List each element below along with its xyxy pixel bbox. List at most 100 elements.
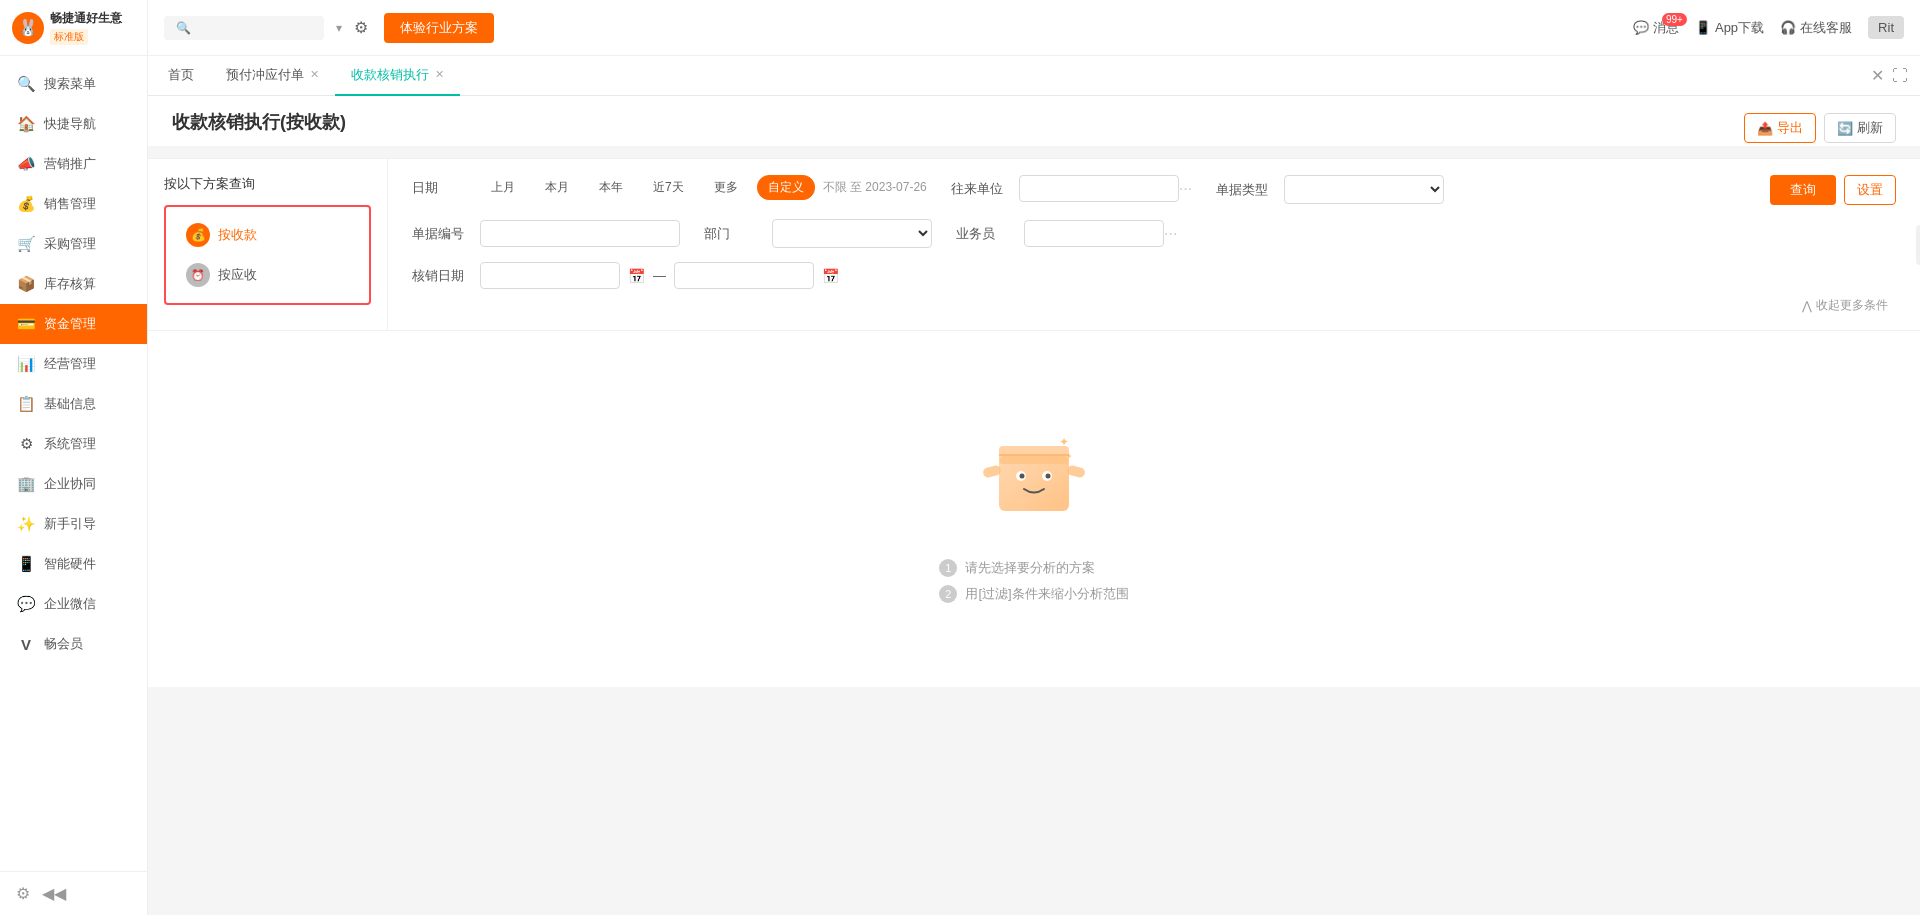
sidebar-item-purchase[interactable]: 🛒 采购管理 — [0, 224, 147, 264]
collapse-sidebar-icon[interactable]: ◀◀ — [42, 884, 66, 903]
empty-tip-2: 2 用[过滤]条件来缩小分析范围 — [939, 581, 1128, 607]
inventory-icon: 📦 — [16, 274, 36, 294]
tab-writeoff[interactable]: 收款核销执行 ✕ — [335, 56, 460, 96]
message-icon: 💬 — [1633, 20, 1649, 35]
tab-writeoff-close-icon[interactable]: ✕ — [435, 68, 444, 81]
service-icon: 🎧 — [1780, 20, 1796, 35]
receivable-option-icon: ⏰ — [186, 263, 210, 287]
date-btn-this-month[interactable]: 本月 — [534, 175, 580, 200]
svg-rect-8 — [1066, 464, 1086, 478]
marketing-icon: 📣 — [16, 154, 36, 174]
collapse-more-row: ⋀ 收起更多条件 — [412, 297, 1896, 314]
close-window-button[interactable]: ✕ — [1871, 66, 1884, 85]
dept-label: 部门 — [704, 225, 764, 243]
receipt-option-icon: 💰 — [186, 223, 210, 247]
sidebar-item-system[interactable]: ⚙ 系统管理 — [0, 424, 147, 464]
partner-input[interactable] — [1019, 175, 1179, 202]
writeoff-date-end-icon[interactable]: 📅 — [822, 268, 839, 284]
message-badge: 99+ — [1662, 13, 1687, 26]
filter-option-by-receivable[interactable]: ⏰ 按应收 — [174, 255, 361, 295]
setting-button[interactable]: 设置 — [1844, 175, 1896, 205]
refresh-icon: 🔄 — [1837, 121, 1853, 136]
filter-row-2: 单据编号 部门 业务员 ··· — [412, 219, 1896, 248]
writeoff-date-start-input[interactable]: 2023-03-01 — [480, 262, 620, 289]
date-btn-custom[interactable]: 自定义 — [757, 175, 815, 200]
voucher-no-label: 单据编号 — [412, 225, 472, 243]
dept-select[interactable] — [772, 219, 932, 248]
sidebar-item-inventory[interactable]: 📦 库存核算 — [0, 264, 147, 304]
hardware-icon: 📱 — [16, 554, 36, 574]
sidebar-item-finance[interactable]: 💳 资金管理 — [0, 304, 147, 344]
filter-option-by-receipt[interactable]: 💰 按收款 — [174, 215, 361, 255]
filter-options-box: 💰 按收款 ⏰ 按应收 — [164, 205, 371, 305]
empty-tip-1: 1 请先选择要分析的方案 — [939, 555, 1128, 581]
collab-icon: 🏢 — [16, 474, 36, 494]
topbar-right: 💬 消息 99+ 📱 App下载 🎧 在线客服 Rit — [1633, 19, 1904, 37]
tip-num-1: 1 — [939, 559, 957, 577]
sidebar-item-label: 经营管理 — [44, 355, 96, 373]
receipt-option-label: 按收款 — [218, 226, 257, 244]
online-service-button[interactable]: 🎧 在线客服 — [1780, 19, 1852, 37]
sidebar-item-wechat[interactable]: 💬 企业微信 — [0, 584, 147, 624]
svg-point-5 — [1020, 474, 1025, 479]
sidebar-item-guide[interactable]: ✨ 新手引导 — [0, 504, 147, 544]
sidebar-item-label: 采购管理 — [44, 235, 96, 253]
sidebar-item-basic-info[interactable]: 📋 基础信息 — [0, 384, 147, 424]
logo-icon: 🐰 — [12, 12, 44, 44]
sidebar-item-label: 企业协同 — [44, 475, 96, 493]
user-avatar[interactable]: Rit — [1868, 20, 1904, 35]
dept-filter-group: 部门 — [704, 219, 932, 248]
filter-row-1: 日期 上月 本月 本年 近7天 更多 自定义 不限 至 2023-07-26 — [412, 175, 1896, 205]
tab-home[interactable]: 首页 — [152, 56, 210, 96]
app-download-button[interactable]: 📱 App下载 — [1695, 19, 1764, 37]
topbar-search-box[interactable]: 🔍 — [164, 16, 324, 40]
sidebar-item-search[interactable]: 🔍 搜索菜单 — [0, 64, 147, 104]
writeoff-date-start-icon[interactable]: 📅 — [628, 268, 645, 284]
topbar-gear-icon[interactable]: ⚙ — [354, 18, 368, 37]
sidebar-item-sales[interactable]: 💰 销售管理 — [0, 184, 147, 224]
writeoff-date-label: 核销日期 — [412, 267, 472, 285]
sidebar-item-shortcut[interactable]: 🏠 快捷导航 — [0, 104, 147, 144]
svg-text:✦: ✦ — [1059, 435, 1069, 449]
voucher-no-input[interactable] — [480, 220, 680, 247]
writeoff-date-end-input[interactable]: 2023-07-21 — [674, 262, 814, 289]
date-btn-this-year[interactable]: 本年 — [588, 175, 634, 200]
employee-input[interactable] — [1024, 220, 1164, 247]
doctype-select[interactable] — [1284, 175, 1444, 204]
date-btn-last-month[interactable]: 上月 — [480, 175, 526, 200]
refresh-button[interactable]: 🔄 刷新 — [1824, 113, 1896, 143]
date-quick-btns: 上月 本月 本年 近7天 更多 自定义 — [480, 175, 815, 200]
sidebar-item-member[interactable]: V 畅会员 — [0, 624, 147, 664]
expand-window-button[interactable]: ⛶ — [1892, 67, 1908, 85]
sidebar-item-label: 快捷导航 — [44, 115, 96, 133]
employee-label: 业务员 — [956, 225, 1016, 243]
message-button[interactable]: 💬 消息 99+ — [1633, 19, 1679, 37]
tip-text-2: 用[过滤]条件来缩小分析范围 — [965, 581, 1128, 607]
guide-icon: ✨ — [16, 514, 36, 534]
tab-prepay-label: 预付冲应付单 — [226, 66, 304, 84]
writeoff-date-range: 2023-03-01 📅 — 2023-07-21 📅 — [480, 262, 839, 289]
sidebar-item-operations[interactable]: 📊 经营管理 — [0, 344, 147, 384]
collapse-more-button[interactable]: ⋀ 收起更多条件 — [1802, 297, 1888, 314]
tabbar: 首页 预付冲应付单 ✕ 收款核销执行 ✕ ✕ ⛶ — [148, 56, 1920, 96]
date-range-dash: — — [653, 268, 666, 283]
settings-bottom-icon[interactable]: ⚙ — [16, 884, 30, 903]
employee-dots-icon[interactable]: ··· — [1164, 225, 1177, 243]
basic-info-icon: 📋 — [16, 394, 36, 414]
tab-prepay-close-icon[interactable]: ✕ — [310, 68, 319, 81]
empty-tips: 1 请先选择要分析的方案 2 用[过滤]条件来缩小分析范围 — [939, 555, 1128, 607]
topbar-chevron-icon[interactable]: ▾ — [336, 21, 342, 35]
date-btn-7days[interactable]: 近7天 — [642, 175, 695, 200]
date-btn-more[interactable]: 更多 — [703, 175, 749, 200]
sidebar-item-collab[interactable]: 🏢 企业协同 — [0, 464, 147, 504]
main-area: 🔍 ▾ ⚙ 体验行业方案 💬 消息 99+ 📱 App下载 🎧 在线客服 Rit — [148, 0, 1920, 915]
solution-button[interactable]: 体验行业方案 — [384, 13, 494, 43]
filter-collapse-button[interactable]: ◀ — [1916, 225, 1920, 265]
sidebar-item-label: 营销推广 — [44, 155, 96, 173]
sidebar-item-marketing[interactable]: 📣 营销推广 — [0, 144, 147, 184]
query-button[interactable]: 查询 — [1770, 175, 1836, 205]
tab-prepay[interactable]: 预付冲应付单 ✕ — [210, 56, 335, 96]
sidebar-item-hardware[interactable]: 📱 智能硬件 — [0, 544, 147, 584]
partner-dots-icon[interactable]: ··· — [1179, 180, 1192, 198]
export-button[interactable]: 📤 导出 — [1744, 113, 1816, 143]
